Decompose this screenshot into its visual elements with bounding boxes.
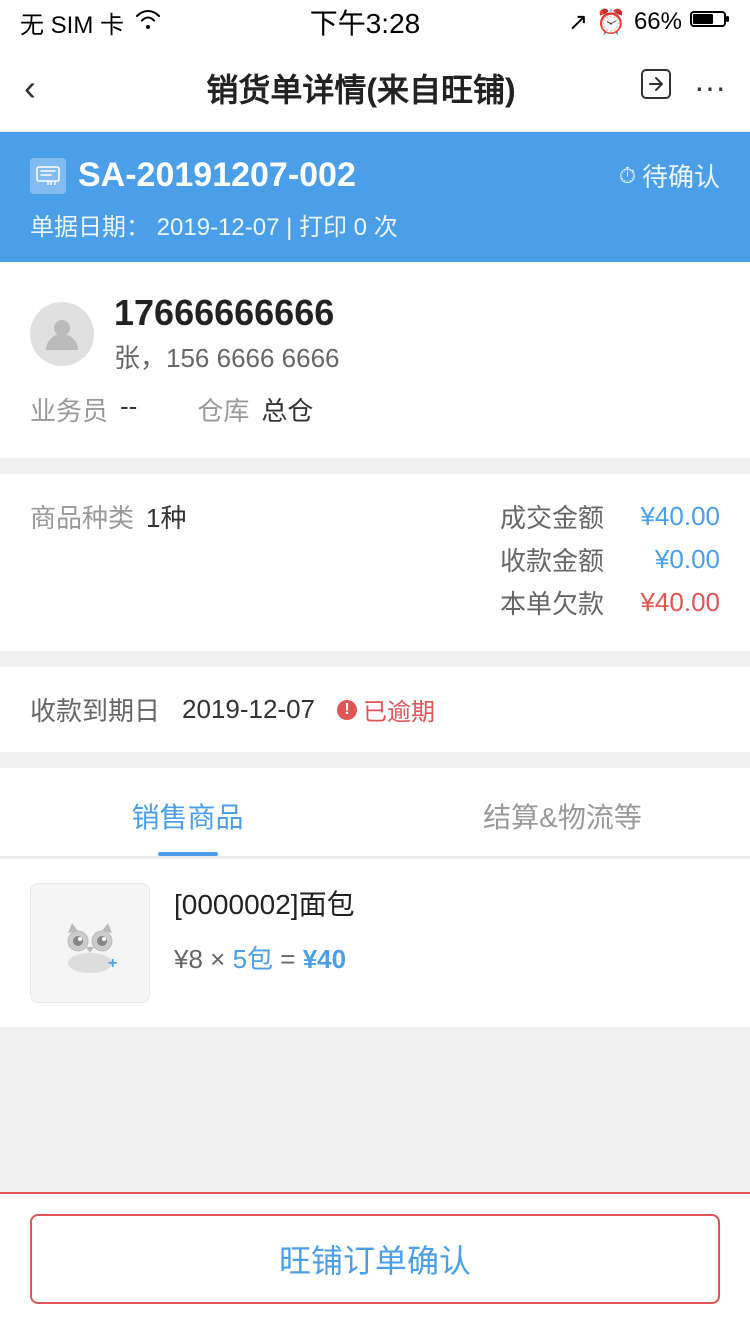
deal-amount-row: 成交金额 ¥40.00 bbox=[500, 498, 720, 535]
location-icon: ↗ bbox=[568, 8, 588, 37]
product-types: 商品种类 1种 bbox=[30, 498, 186, 535]
status-time: 下午3:28 bbox=[310, 2, 421, 42]
owed-amount-row: 本单欠款 ¥40.00 bbox=[500, 584, 720, 621]
confirm-button[interactable]: 旺铺订单确认 bbox=[30, 1214, 720, 1304]
header-top: SA-20191207-002 ⏱ 待确认 bbox=[30, 156, 720, 195]
overdue-badge: ! 已逾期 bbox=[337, 692, 435, 727]
customer-row: 17666666666 张，156 6666 6666 bbox=[30, 292, 720, 375]
due-label: 收款到期日 bbox=[30, 691, 160, 728]
order-status: ⏱ 待确认 bbox=[619, 157, 720, 194]
header-card: SA-20191207-002 ⏱ 待确认 单据日期： 2019-12-07 |… bbox=[0, 132, 750, 262]
status-bar: 无 SIM 卡 下午3:28 ↗ ⏰ 66% bbox=[0, 0, 750, 44]
nav-actions: ··· bbox=[638, 66, 726, 110]
tab-sales-product[interactable]: 销售商品 bbox=[0, 768, 375, 856]
received-amount-label: 收款金额 bbox=[500, 541, 604, 578]
warehouse-label: 仓库 bbox=[197, 391, 249, 428]
status-right: ↗ ⏰ 66% bbox=[568, 8, 730, 37]
customer-name: 张，156 6666 6666 bbox=[114, 338, 340, 375]
share-button[interactable] bbox=[638, 66, 674, 110]
sales-label: 业务员 bbox=[30, 391, 108, 428]
warehouse: 仓库 总仓 bbox=[197, 391, 313, 428]
price-total: ¥40 bbox=[303, 944, 346, 974]
battery-icon bbox=[690, 8, 730, 36]
battery-text: 66% bbox=[634, 8, 682, 36]
due-date-section: 收款到期日 2019-12-07 ! 已逾期 bbox=[0, 667, 750, 752]
svg-text:+: + bbox=[108, 955, 117, 972]
customer-meta: 业务员 -- 仓库 总仓 bbox=[30, 391, 720, 428]
quantity: 5包 bbox=[233, 944, 273, 974]
owed-amount-label: 本单欠款 bbox=[500, 584, 604, 621]
back-button[interactable]: ‹ bbox=[24, 67, 84, 109]
page-title: 销货单详情(来自旺铺) bbox=[206, 65, 515, 111]
tabs-section: 销售商品 结算&物流等 bbox=[0, 768, 750, 857]
received-amount-row: 收款金额 ¥0.00 bbox=[500, 541, 720, 578]
customer-info: 17666666666 张，156 6666 6666 bbox=[114, 292, 340, 375]
product-types-label: 商品种类 bbox=[30, 498, 134, 535]
order-icon bbox=[30, 158, 66, 194]
deal-amount-label: 成交金额 bbox=[500, 498, 604, 535]
overdue-icon: ! bbox=[337, 700, 357, 720]
more-button[interactable]: ··· bbox=[694, 69, 726, 106]
clock-icon: ⏱ bbox=[619, 163, 636, 189]
equals-sign: = bbox=[280, 944, 302, 974]
product-info: [0000002]面包 ¥8 × 5包 = ¥40 bbox=[174, 883, 720, 976]
deal-amount-value: ¥40.00 bbox=[620, 501, 720, 532]
product-price: ¥8 × 5包 = ¥40 bbox=[174, 939, 720, 976]
header-sub: 单据日期： 2019-12-07 | 打印 0 次 bbox=[30, 207, 720, 242]
carrier-text: 无 SIM 卡 bbox=[20, 5, 124, 40]
product-thumbnail: + bbox=[30, 883, 150, 1003]
owed-amount-value: ¥40.00 bbox=[620, 587, 720, 618]
product-item: + [0000002]面包 ¥8 × 5包 = ¥40 bbox=[0, 859, 750, 1027]
wifi-icon bbox=[134, 8, 162, 36]
product-types-value: 1种 bbox=[146, 498, 186, 535]
overdue-text: 已逾期 bbox=[363, 692, 435, 727]
amount-list: 成交金额 ¥40.00 收款金额 ¥0.00 本单欠款 ¥40.00 bbox=[500, 498, 720, 627]
due-date-value: 2019-12-07 bbox=[182, 694, 315, 725]
tab-underline bbox=[158, 852, 218, 856]
price-unit: ¥8 bbox=[174, 944, 203, 974]
tab-settlement[interactable]: 结算&物流等 bbox=[375, 768, 750, 856]
status-left: 无 SIM 卡 bbox=[20, 5, 162, 40]
nav-bar: ‹ 销货单详情(来自旺铺) ··· bbox=[0, 44, 750, 132]
multiply-sign: × bbox=[210, 944, 232, 974]
warehouse-value: 总仓 bbox=[261, 391, 313, 428]
customer-phone: 17666666666 bbox=[114, 292, 340, 334]
alarm-icon: ⏰ bbox=[596, 8, 626, 37]
customer-avatar bbox=[30, 302, 94, 366]
sales-staff: 业务员 -- bbox=[30, 391, 137, 428]
bottom-bar: 旺铺订单确认 bbox=[0, 1192, 750, 1334]
order-id: SA-20191207-002 bbox=[30, 156, 356, 195]
customer-section: 17666666666 张，156 6666 6666 业务员 -- 仓库 总仓 bbox=[0, 262, 750, 458]
summary-section: 商品种类 1种 成交金额 ¥40.00 收款金额 ¥0.00 本单欠款 ¥40.… bbox=[0, 474, 750, 651]
product-name: [0000002]面包 bbox=[174, 883, 720, 923]
received-amount-value: ¥0.00 bbox=[620, 544, 720, 575]
sales-value: -- bbox=[120, 391, 137, 428]
